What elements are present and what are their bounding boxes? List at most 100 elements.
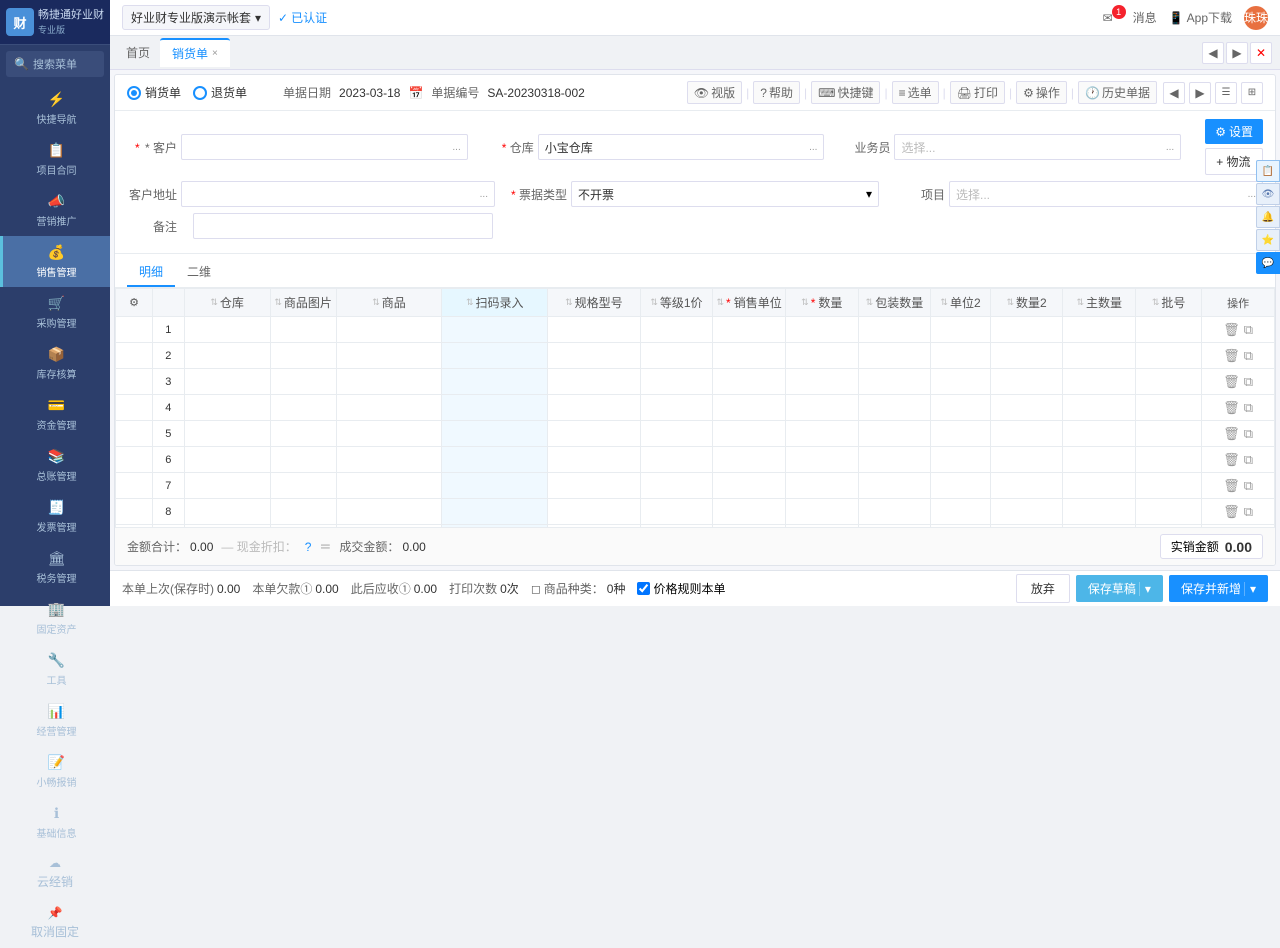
row-1-unit2[interactable] bbox=[931, 317, 990, 343]
toolbar-list-view-btn[interactable]: ☰ bbox=[1215, 82, 1237, 104]
toolbar-grid-view-btn[interactable]: ⊞ bbox=[1241, 82, 1263, 104]
row-2-img[interactable] bbox=[270, 343, 336, 369]
row-7-qty[interactable] bbox=[785, 473, 858, 499]
sidebar-item-purchase[interactable]: 🛒 采购管理 bbox=[0, 287, 110, 338]
row-1-spec[interactable] bbox=[548, 317, 641, 343]
row-6-main[interactable] bbox=[1063, 447, 1136, 473]
row-6-img[interactable] bbox=[270, 447, 336, 473]
th-img[interactable]: ⇅商品图片 bbox=[270, 289, 336, 317]
sidebar-item-finance[interactable]: 💳 资金管理 bbox=[0, 389, 110, 440]
warehouse-input[interactable]: 小宝仓库 ... bbox=[538, 134, 825, 160]
row-3-delete-btn[interactable]: 🗑 bbox=[1223, 374, 1240, 390]
row-7-spec[interactable] bbox=[548, 473, 641, 499]
row-6-import[interactable] bbox=[442, 447, 548, 473]
row-3-unit2[interactable] bbox=[931, 369, 990, 395]
sidebar-item-cloud[interactable]: ☁ 云经销 bbox=[0, 848, 110, 898]
row-8-qty[interactable] bbox=[785, 499, 858, 525]
sidebar-item-inventory[interactable]: 📦 库存核算 bbox=[0, 338, 110, 389]
row-3-batch[interactable] bbox=[1136, 369, 1202, 395]
row-8-import[interactable] bbox=[442, 499, 548, 525]
row-2-batch[interactable] bbox=[1136, 343, 1202, 369]
row-5-warehouse[interactable] bbox=[184, 421, 270, 447]
price-check-input[interactable] bbox=[637, 582, 650, 595]
table-tab-detail[interactable]: 明细 bbox=[127, 258, 175, 287]
th-spec[interactable]: ⇅规格型号 bbox=[548, 289, 641, 317]
row-7-main[interactable] bbox=[1063, 473, 1136, 499]
sidebar-item-tax[interactable]: 🏛 税务管理 bbox=[0, 542, 110, 593]
messages-btn[interactable]: ✉ 1 消息 bbox=[1103, 9, 1157, 26]
row-8-copy-btn[interactable]: ⧉ bbox=[1244, 504, 1253, 520]
row-7-product[interactable] bbox=[336, 473, 442, 499]
row-3-copy-btn[interactable]: ⧉ bbox=[1244, 374, 1253, 390]
th-qty2[interactable]: ⇅数量2 bbox=[990, 289, 1063, 317]
row-2-delete-btn[interactable]: 🗑 bbox=[1223, 348, 1240, 364]
user-avatar[interactable]: 珠珠 bbox=[1244, 6, 1268, 30]
row-4-unit2[interactable] bbox=[931, 395, 990, 421]
row-6-unit2[interactable] bbox=[931, 447, 990, 473]
row-5-img[interactable] bbox=[270, 421, 336, 447]
row-8-qty2[interactable] bbox=[990, 499, 1063, 525]
row-5-copy-btn[interactable]: ⧉ bbox=[1244, 426, 1253, 442]
shortcut-btn[interactable]: ⌨ 快捷键 bbox=[811, 81, 880, 104]
app-download-btn[interactable]: 📱 App下载 bbox=[1169, 9, 1232, 26]
row-2-spec[interactable] bbox=[548, 343, 641, 369]
row-1-qty[interactable] bbox=[785, 317, 858, 343]
row-7-import[interactable] bbox=[442, 473, 548, 499]
row-4-grade[interactable] bbox=[640, 395, 713, 421]
row-8-product[interactable] bbox=[336, 499, 442, 525]
row-1-unit[interactable] bbox=[713, 317, 786, 343]
sidebar-item-sales[interactable]: 💰 销售管理 bbox=[0, 236, 110, 287]
row-3-unit[interactable] bbox=[713, 369, 786, 395]
view-btn[interactable]: 👁 视版 bbox=[687, 81, 742, 104]
radio-sale[interactable]: 销货单 bbox=[127, 84, 181, 101]
row-4-copy-btn[interactable]: ⧉ bbox=[1244, 400, 1253, 416]
row-2-qty[interactable] bbox=[785, 343, 858, 369]
row-4-import[interactable] bbox=[442, 395, 548, 421]
row-5-product[interactable] bbox=[336, 421, 442, 447]
row-3-grade[interactable] bbox=[640, 369, 713, 395]
row-5-pack[interactable] bbox=[858, 421, 931, 447]
setup-btn[interactable]: ⚙ 设置 bbox=[1205, 119, 1263, 144]
row-1-pack[interactable] bbox=[858, 317, 931, 343]
sidebar-item-ledger[interactable]: 📚 总账管理 bbox=[0, 440, 110, 491]
sidebar-item-tools[interactable]: 🔧 工具 bbox=[0, 644, 110, 695]
price-check-checkbox[interactable]: 价格规则本单 bbox=[637, 580, 725, 597]
row-6-qty2[interactable] bbox=[990, 447, 1063, 473]
row-6-qty[interactable] bbox=[785, 447, 858, 473]
row-8-img[interactable] bbox=[270, 499, 336, 525]
row-8-main[interactable] bbox=[1063, 499, 1136, 525]
th-import[interactable]: ⇅扫码录入 bbox=[442, 289, 548, 317]
radio-return[interactable]: 退货单 bbox=[193, 84, 247, 101]
th-unit[interactable]: ⇅*销售单位 bbox=[713, 289, 786, 317]
quick-btn-1[interactable]: 📋 bbox=[1256, 160, 1280, 182]
row-4-delete-btn[interactable]: 🗑 bbox=[1223, 400, 1240, 416]
row-1-grade[interactable] bbox=[640, 317, 713, 343]
tab-close-all-btn[interactable]: ✕ bbox=[1250, 42, 1272, 64]
row-5-spec[interactable] bbox=[548, 421, 641, 447]
th-product[interactable]: ⇅商品 bbox=[336, 289, 442, 317]
operations-btn[interactable]: ⚙ 操作 bbox=[1016, 81, 1067, 104]
table-tab-2d[interactable]: 二维 bbox=[175, 258, 223, 287]
row-6-product[interactable] bbox=[336, 447, 442, 473]
row-7-warehouse[interactable] bbox=[184, 473, 270, 499]
row-6-delete-btn[interactable]: 🗑 bbox=[1223, 452, 1240, 468]
row-3-pack[interactable] bbox=[858, 369, 931, 395]
row-3-spec[interactable] bbox=[548, 369, 641, 395]
row-6-pack[interactable] bbox=[858, 447, 931, 473]
history-btn[interactable]: 🕐 历史单据 bbox=[1078, 81, 1157, 104]
th-batch[interactable]: ⇅批号 bbox=[1136, 289, 1202, 317]
search-menu[interactable]: 🔍 搜索菜单 bbox=[6, 51, 104, 77]
row-4-img[interactable] bbox=[270, 395, 336, 421]
row-3-qty[interactable] bbox=[785, 369, 858, 395]
row-6-grade[interactable] bbox=[640, 447, 713, 473]
row-7-pack[interactable] bbox=[858, 473, 931, 499]
row-2-product[interactable] bbox=[336, 343, 442, 369]
quick-btn-3[interactable]: 🔔 bbox=[1256, 206, 1280, 228]
quick-btn-2[interactable]: 👁 bbox=[1256, 183, 1280, 205]
row-5-qty2[interactable] bbox=[990, 421, 1063, 447]
row-2-unit2[interactable] bbox=[931, 343, 990, 369]
row-1-product[interactable] bbox=[336, 317, 442, 343]
row-6-copy-btn[interactable]: ⧉ bbox=[1244, 452, 1253, 468]
row-3-qty2[interactable] bbox=[990, 369, 1063, 395]
row-5-delete-btn[interactable]: 🗑 bbox=[1223, 426, 1240, 442]
